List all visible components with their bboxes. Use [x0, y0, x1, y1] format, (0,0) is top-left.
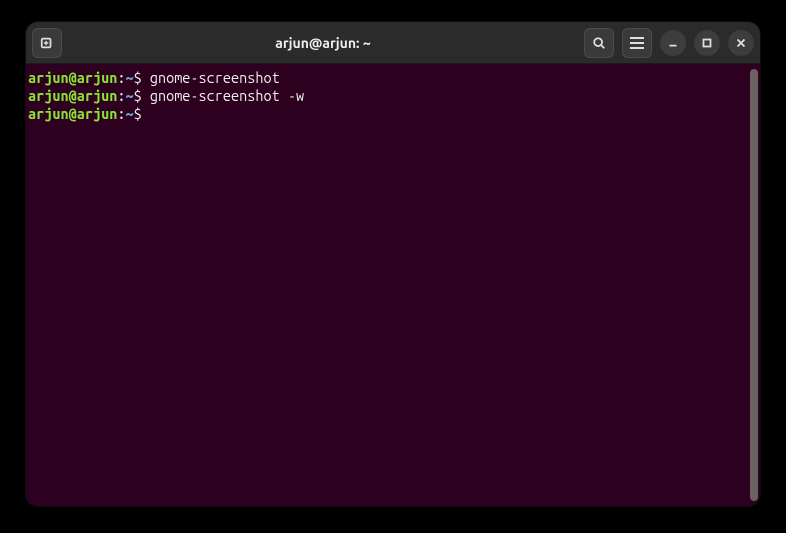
titlebar-right [584, 28, 754, 58]
prompt-path: ~ [125, 69, 133, 86]
search-icon [592, 36, 606, 50]
prompt-symbol: $ [134, 105, 142, 122]
minimize-button[interactable] [660, 30, 686, 56]
prompt-path: ~ [125, 87, 133, 104]
close-button[interactable] [728, 30, 754, 56]
maximize-icon [700, 36, 714, 50]
prompt-user-host: arjun@arjun [28, 69, 117, 86]
maximize-button[interactable] [694, 30, 720, 56]
command-text: gnome-screenshot -w [150, 87, 304, 104]
terminal-line: arjun@arjun:~$ [28, 105, 746, 123]
close-icon [734, 36, 748, 50]
prompt-user-host: arjun@arjun [28, 87, 117, 104]
prompt-symbol: $ [134, 69, 142, 86]
titlebar: arjun@arjun: ~ [26, 22, 760, 64]
scrollbar[interactable] [750, 69, 758, 501]
scrollbar-thumb[interactable] [750, 69, 758, 501]
search-button[interactable] [584, 28, 614, 58]
prompt-symbol: $ [134, 87, 142, 104]
minimize-icon [666, 36, 680, 50]
hamburger-icon [630, 42, 644, 44]
terminal-window: arjun@arjun: ~ [26, 22, 760, 506]
prompt-user-host: arjun@arjun [28, 105, 117, 122]
window-title: arjun@arjun: ~ [68, 35, 578, 51]
terminal-line: arjun@arjun:~$ gnome-screenshot -w [28, 87, 746, 105]
titlebar-left [32, 28, 62, 58]
new-tab-icon [40, 36, 54, 50]
terminal-content: arjun@arjun:~$ gnome-screenshot arjun@ar… [28, 69, 750, 501]
prompt-path: ~ [125, 105, 133, 122]
menu-button[interactable] [622, 28, 652, 58]
command-text: gnome-screenshot [150, 69, 280, 86]
terminal-body[interactable]: arjun@arjun:~$ gnome-screenshot arjun@ar… [26, 64, 760, 506]
new-tab-button[interactable] [32, 28, 62, 58]
terminal-line: arjun@arjun:~$ gnome-screenshot [28, 69, 746, 87]
